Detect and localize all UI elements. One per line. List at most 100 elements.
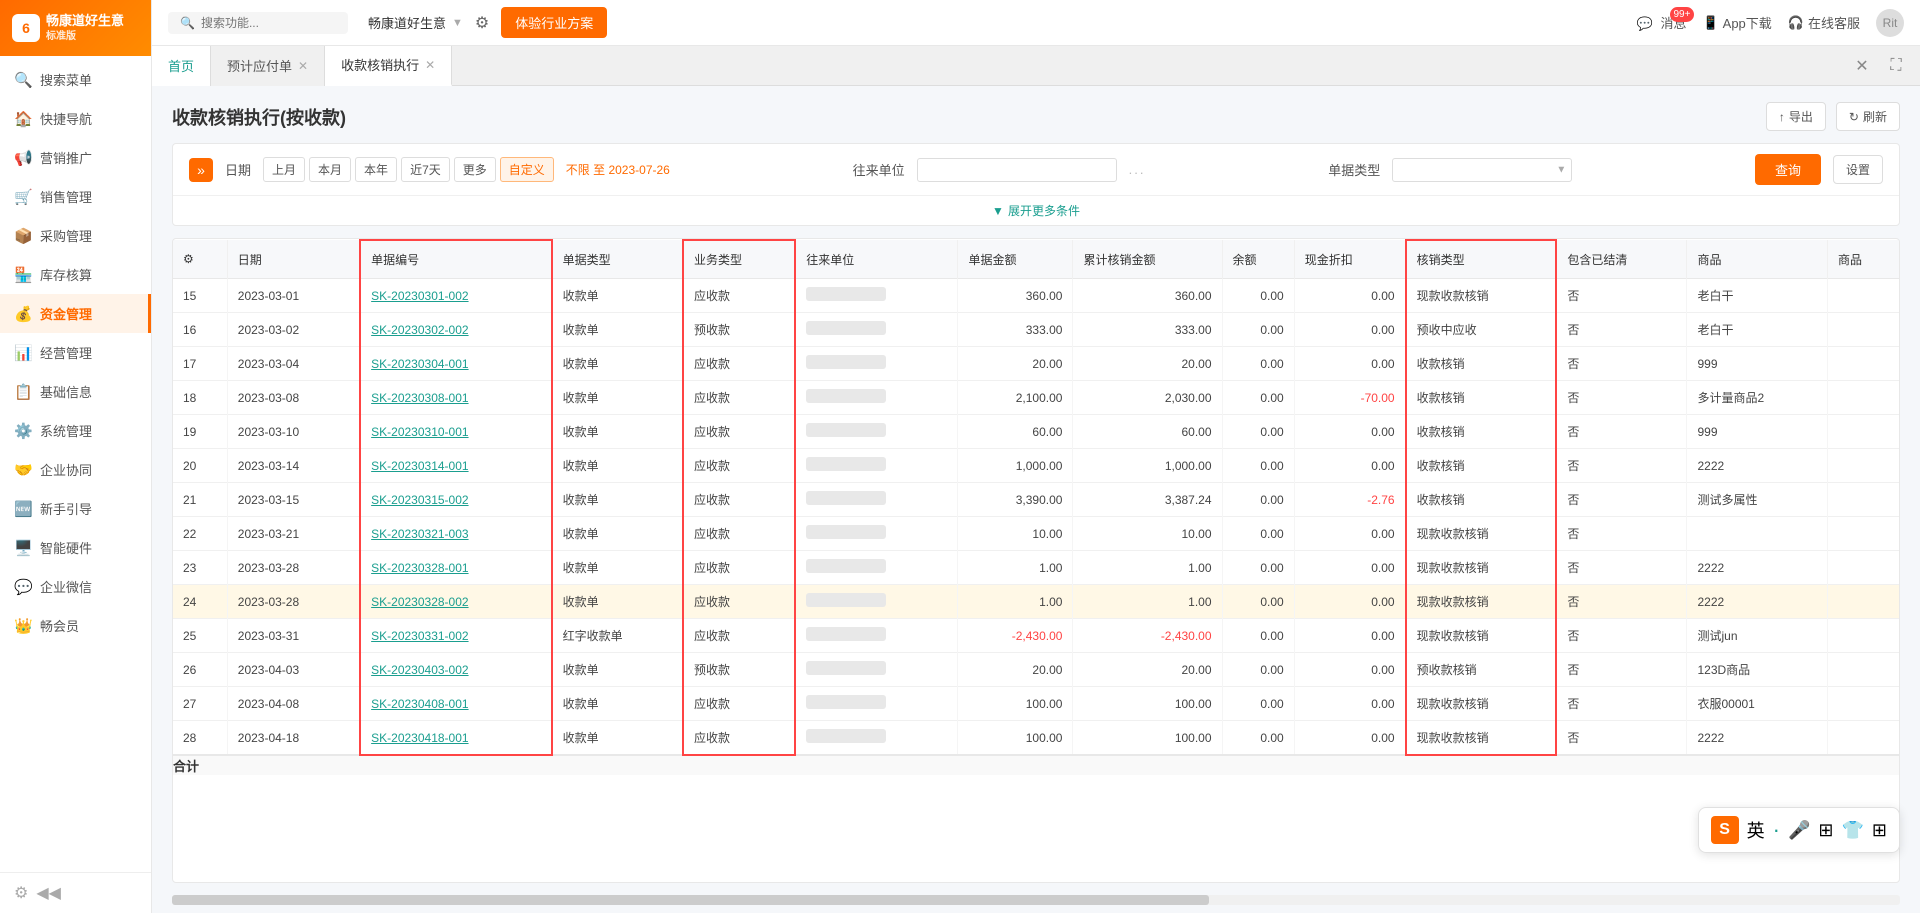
user-avatar[interactable]: Rit [1876, 9, 1904, 37]
watermark-shirt-icon[interactable]: 👕 [1841, 820, 1863, 841]
bill-no-link[interactable]: SK-20230302-002 [371, 323, 468, 337]
sidebar-item-label: 智能硬件 [40, 538, 92, 557]
sidebar-item-inventory[interactable]: 🏪库存核算 [0, 255, 151, 294]
cell-goods: 多计量商品2 [1687, 381, 1828, 415]
horizontal-scrollbar[interactable] [172, 895, 1209, 905]
cell-date: 2023-03-04 [227, 347, 360, 381]
bill-no-link[interactable]: SK-20230321-003 [371, 527, 468, 541]
cell-bill-no: SK-20230314-001 [360, 449, 551, 483]
this-month-btn[interactable]: 本月 [309, 157, 351, 182]
bill-no-link[interactable]: SK-20230315-002 [371, 493, 468, 507]
col-header-balance[interactable]: 余额 [1222, 240, 1294, 279]
col-header-bill-type[interactable]: 单据类型 [552, 240, 683, 279]
bill-no-link[interactable]: SK-20230328-002 [371, 595, 468, 609]
col-header-bill-amount[interactable]: 单据金额 [958, 240, 1073, 279]
cell-total-writeoff: 100.00 [1073, 721, 1222, 756]
cell-goods2 [1828, 653, 1899, 687]
sidebar-item-operations[interactable]: 📊经营管理 [0, 333, 151, 372]
sidebar-item-finance[interactable]: 💰资金管理 [0, 294, 151, 333]
partner-filter-input[interactable] [917, 158, 1117, 182]
search-input[interactable] [201, 16, 336, 30]
col-header-goods[interactable]: 商品 [1687, 240, 1828, 279]
bill-no-link[interactable]: SK-20230308-001 [371, 391, 468, 405]
custom-date-btn[interactable]: 自定义 [500, 157, 554, 182]
bill-no-link[interactable]: SK-20230403-002 [371, 663, 468, 677]
col-header-gear[interactable]: ⚙ [173, 240, 227, 279]
maximize-icon[interactable]: ⛶ [1882, 52, 1910, 80]
close-tab-icon[interactable]: ✕ [1848, 52, 1876, 80]
sidebar-item-wechat[interactable]: 💬企业微信 [0, 567, 151, 606]
sidebar-item-system[interactable]: ⚙️系统管理 [0, 411, 151, 450]
cell-goods2 [1828, 721, 1899, 756]
bill-no-link[interactable]: SK-20230408-001 [371, 697, 468, 711]
bill-no-link[interactable]: SK-20230418-001 [371, 731, 468, 745]
message-badge[interactable]: 💬 消息 99+ [1637, 13, 1687, 32]
sidebar-item-marketing[interactable]: 📢营销推广 [0, 138, 151, 177]
solution-button[interactable]: 体验行业方案 [501, 7, 607, 38]
sidebar-item-purchase[interactable]: 📦采购管理 [0, 216, 151, 255]
sidebar-item-guide[interactable]: 🆕新手引导 [0, 489, 151, 528]
col-header-partner[interactable]: 往来单位 [795, 240, 958, 279]
watermark-apps-icon[interactable]: ⊞ [1872, 820, 1887, 841]
expand-more-conditions[interactable]: ▼ 展开更多条件 [173, 196, 1899, 225]
cell-balance: 0.00 [1222, 449, 1294, 483]
app-download[interactable]: 📱 App下载 [1702, 13, 1771, 32]
collapse-icon[interactable]: ◀◀ [36, 883, 61, 903]
filter-settings-button[interactable]: 设置 [1833, 155, 1883, 184]
tabbar-actions: ✕ ⛶ [1848, 52, 1920, 80]
col-header-cash-discount[interactable]: 现金折扣 [1294, 240, 1405, 279]
watermark-grid-icon[interactable]: ⊞ [1818, 820, 1833, 841]
sidebar-item-search[interactable]: 🔍搜索菜单 [0, 60, 151, 99]
tab-prepay-close[interactable]: ✕ [298, 59, 308, 73]
tab-receipt-writeoff-close[interactable]: ✕ [425, 58, 435, 72]
last-month-btn[interactable]: 上月 [263, 157, 305, 182]
last-7-days-btn[interactable]: 近7天 [401, 157, 450, 182]
cell-bill-type: 收款单 [552, 279, 683, 313]
tab-home[interactable]: 首页 [152, 46, 211, 86]
col-header-include-settled[interactable]: 包含已结清 [1556, 240, 1687, 279]
cell-no: 24 [173, 585, 227, 619]
this-year-btn[interactable]: 本年 [355, 157, 397, 182]
sidebar-item-quick[interactable]: 🏠快捷导航 [0, 99, 151, 138]
watermark-text-icon[interactable]: 英 [1747, 817, 1765, 843]
col-header-biz-type[interactable]: 业务类型 [683, 240, 795, 279]
sidebar-item-member[interactable]: 👑畅会员 [0, 606, 151, 645]
cell-balance: 0.00 [1222, 653, 1294, 687]
col-header-writeoff-type[interactable]: 核销类型 [1406, 240, 1557, 279]
gear-icon[interactable]: ⚙ [475, 13, 489, 33]
col-header-bill-no[interactable]: 单据编号 [360, 240, 551, 279]
cell-no: 28 [173, 721, 227, 756]
cell-cash-discount: -70.00 [1294, 381, 1405, 415]
col-header-goods2[interactable]: 商品 [1828, 240, 1899, 279]
cell-date: 2023-04-08 [227, 687, 360, 721]
chevron-down-icon[interactable]: ▼ [452, 17, 463, 29]
sidebar-item-sales[interactable]: 🛒销售管理 [0, 177, 151, 216]
filter-expand-button[interactable]: » [189, 158, 213, 182]
watermark-mic-icon[interactable]: 🎤 [1788, 820, 1810, 841]
export-button[interactable]: ↑ 导出 [1766, 102, 1826, 131]
bill-type-select[interactable] [1392, 158, 1572, 182]
tab-receipt-writeoff[interactable]: 收款核销执行 ✕ [325, 46, 452, 86]
cell-total-writeoff: 20.00 [1073, 653, 1222, 687]
bill-no-link[interactable]: SK-20230310-001 [371, 425, 468, 439]
sidebar-item-hardware[interactable]: 🖥️智能硬件 [0, 528, 151, 567]
bill-no-link[interactable]: SK-20230331-002 [371, 629, 468, 643]
table-row: 21 2023-03-15 SK-20230315-002 收款单 应收款 3,… [173, 483, 1899, 517]
settings-icon[interactable]: ⚙ [14, 883, 28, 903]
col-header-total-writeoff[interactable]: 累计核销金额 [1073, 240, 1222, 279]
cell-total-writeoff: 360.00 [1073, 279, 1222, 313]
sidebar-item-enterprise[interactable]: 🤝企业协同 [0, 450, 151, 489]
bill-no-link[interactable]: SK-20230328-001 [371, 561, 468, 575]
cell-cash-discount: 0.00 [1294, 347, 1405, 381]
cell-include-settled: 否 [1556, 585, 1687, 619]
bill-no-link[interactable]: SK-20230314-001 [371, 459, 468, 473]
bill-no-link[interactable]: SK-20230304-001 [371, 357, 468, 371]
more-date-btn[interactable]: 更多 [454, 157, 496, 182]
bill-no-link[interactable]: SK-20230301-002 [371, 289, 468, 303]
tab-prepay[interactable]: 预计应付单 ✕ [211, 46, 325, 86]
online-service[interactable]: 🎧 在线客服 [1788, 13, 1860, 32]
col-header-date[interactable]: 日期 [227, 240, 360, 279]
sidebar-item-basic[interactable]: 📋基础信息 [0, 372, 151, 411]
query-button[interactable]: 查询 [1755, 154, 1821, 185]
refresh-button[interactable]: ↻ 刷新 [1836, 102, 1900, 131]
